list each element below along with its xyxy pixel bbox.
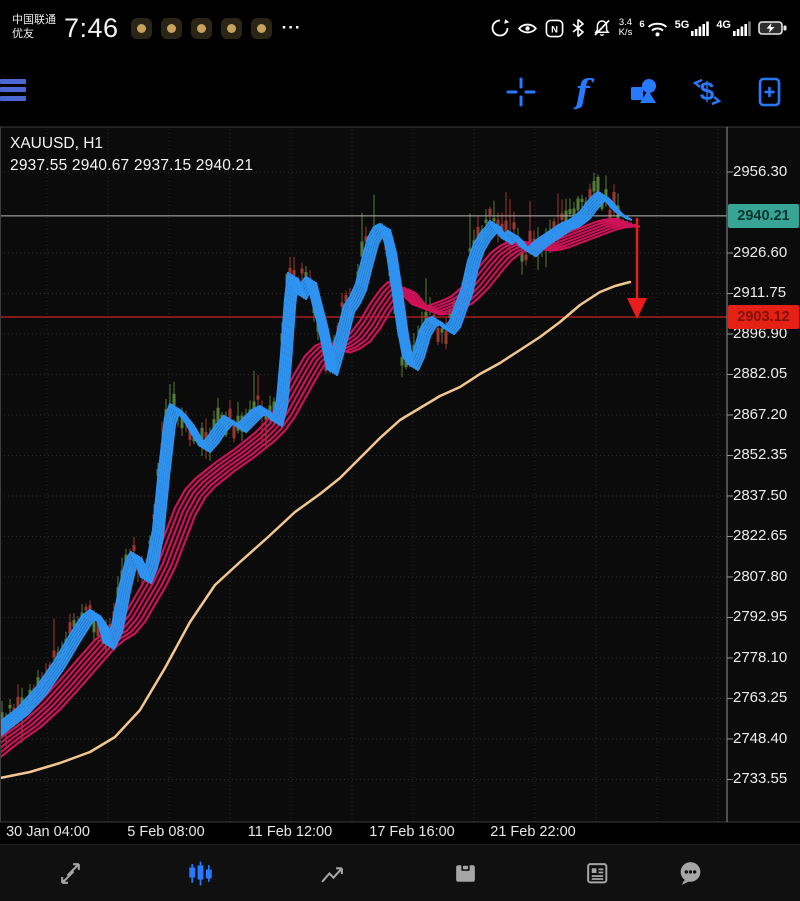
screen: 中国联通 优友 7:46 ··· N — [0, 0, 800, 901]
charts-icon — [187, 860, 214, 887]
nav-messages[interactable] — [655, 845, 725, 901]
clock: 7:46 — [64, 13, 119, 44]
mute-icon — [592, 18, 612, 38]
notification-app-icon — [221, 18, 242, 39]
y-axis-label: 2882.05 — [733, 365, 799, 382]
nav-charts[interactable] — [165, 845, 235, 901]
signal-5g-icon: 5G — [675, 20, 710, 36]
y-axis-label: 2792.95 — [733, 608, 799, 625]
more-notifications-icon: ··· — [282, 18, 302, 38]
y-axis-label: 2822.65 — [733, 527, 799, 544]
history-icon — [452, 860, 479, 887]
x-axis-label: 17 Feb 16:00 — [369, 824, 454, 840]
wifi-icon: 6 — [639, 20, 667, 37]
notification-icons — [131, 18, 272, 39]
svg-text:N: N — [551, 24, 558, 35]
new-chart-icon[interactable] — [751, 73, 786, 111]
symbol-title: XAUUSD, H1 — [10, 135, 103, 153]
level-price-badge: 2903.12 — [728, 305, 799, 329]
x-axis-label: 5 Feb 08:00 — [127, 824, 204, 840]
nav-news[interactable] — [562, 845, 632, 901]
quotes-icon — [57, 860, 84, 887]
y-axis-label: 2911.75 — [733, 284, 799, 301]
notification-app-icon — [251, 18, 272, 39]
notification-app-icon — [131, 18, 152, 39]
battery-icon — [758, 20, 788, 36]
y-axis-label: 2763.25 — [733, 689, 799, 706]
trade-icon — [319, 860, 346, 887]
y-axis-label: 2748.40 — [733, 730, 799, 747]
x-axis-label: 30 Jan 04:00 — [6, 824, 90, 840]
current-price-badge: 2940.21 — [728, 204, 799, 228]
x-axis-label: 21 Feb 22:00 — [490, 824, 575, 840]
objects-icon[interactable] — [627, 73, 662, 111]
nav-history[interactable] — [430, 845, 500, 901]
trade-dollar-icon[interactable]: $ — [689, 73, 724, 111]
menu-icon[interactable] — [0, 75, 28, 107]
chart-toolbar: f $ — [0, 56, 800, 127]
nav-trade[interactable] — [297, 845, 367, 901]
y-axis-label: 2867.20 — [733, 406, 799, 423]
bluetooth-icon — [571, 18, 585, 38]
ohlc-values: 2937.55 2940.67 2937.15 2940.21 — [10, 157, 253, 175]
crosshair-icon[interactable] — [503, 73, 538, 111]
bottom-nav — [0, 844, 800, 901]
y-axis-label: 2956.30 — [733, 163, 799, 180]
status-bar: 中国联通 优友 7:46 ··· N — [0, 0, 800, 56]
messages-icon — [677, 860, 704, 887]
y-axis-label: 2837.50 — [733, 487, 799, 504]
notification-app-icon — [161, 18, 182, 39]
net-speed: 3.4 K/s — [619, 18, 633, 38]
y-axis-label: 2926.60 — [733, 244, 799, 261]
indicators-icon[interactable]: f — [565, 73, 600, 111]
y-axis-label: 2807.80 — [733, 568, 799, 585]
eye-protection-icon — [517, 19, 538, 38]
nfc-icon: N — [545, 19, 564, 38]
y-axis-label: 2733.55 — [733, 770, 799, 787]
signal-4g-icon: 4G — [716, 20, 751, 36]
nav-quotes[interactable] — [35, 845, 105, 901]
data-saver-icon — [490, 18, 510, 38]
carrier-label: 中国联通 优友 — [12, 14, 56, 42]
notification-app-icon — [191, 18, 212, 39]
y-axis-label: 2778.10 — [733, 649, 799, 666]
y-axis-label: 2852.35 — [733, 446, 799, 463]
status-icons: N 3.4 K/s 6 — [490, 18, 788, 38]
x-axis-label: 11 Feb 12:00 — [248, 824, 332, 840]
price-chart[interactable] — [0, 0, 800, 901]
news-icon — [584, 860, 611, 887]
